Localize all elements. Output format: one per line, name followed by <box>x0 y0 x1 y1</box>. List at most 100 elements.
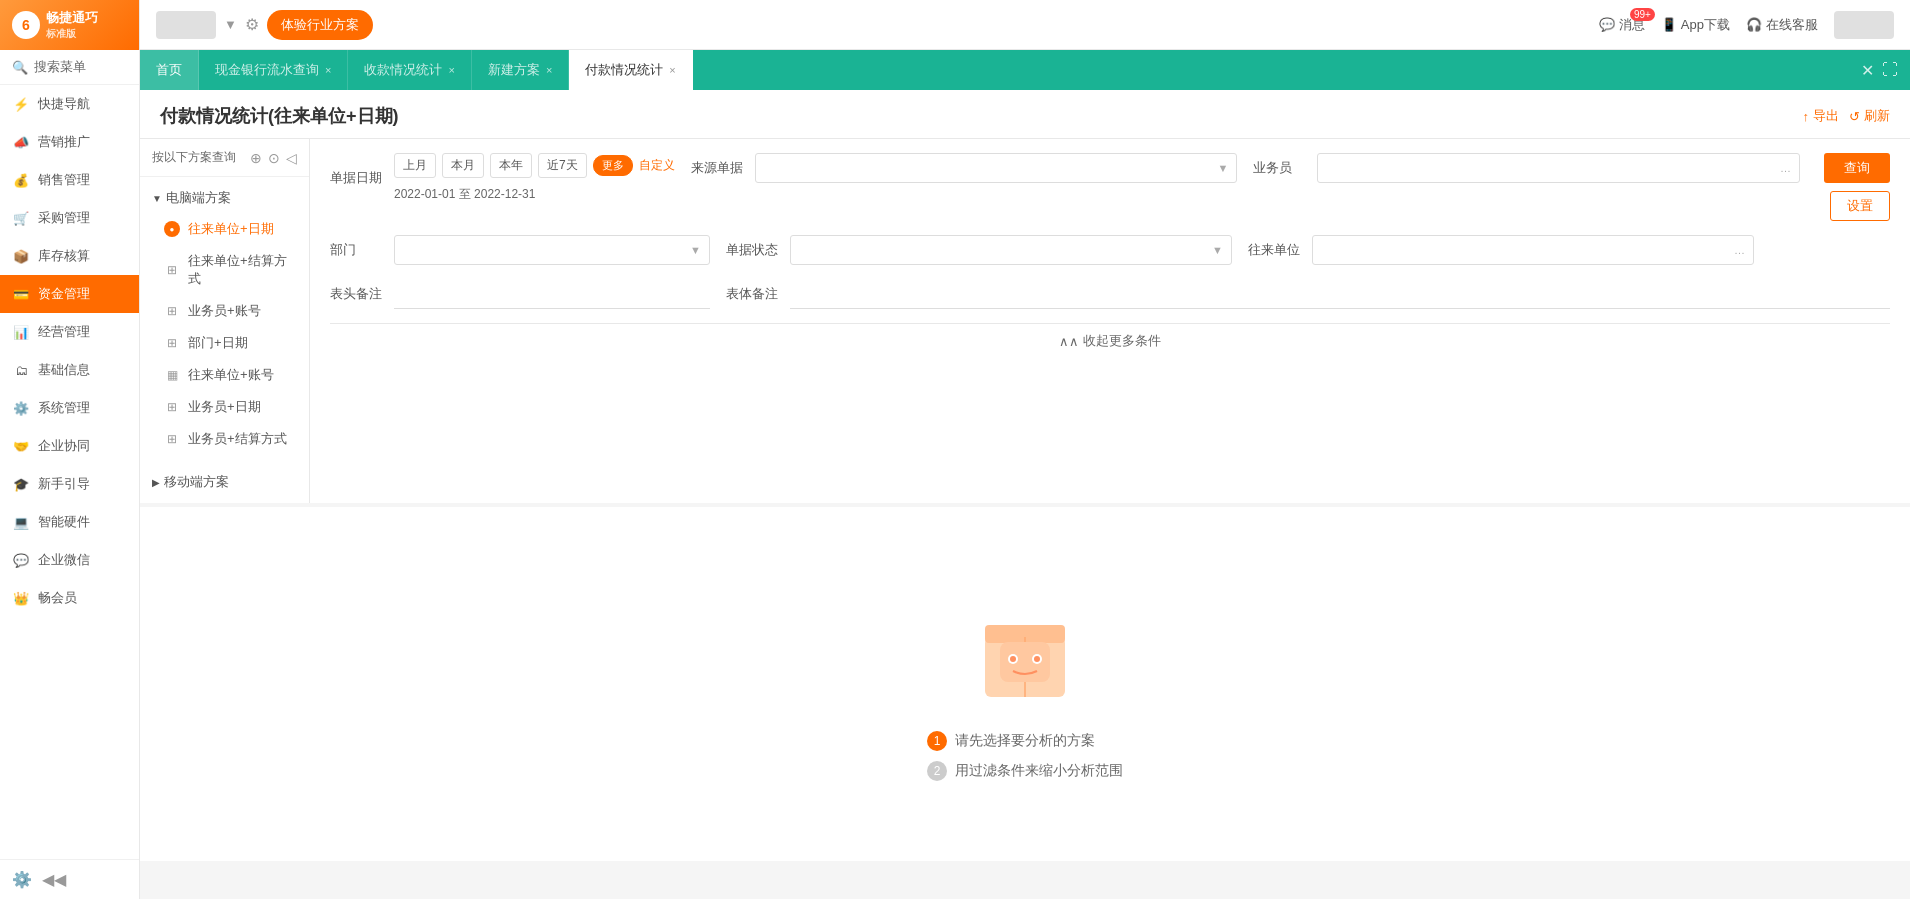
sidebar-item-member[interactable]: 👑 畅会员 <box>0 579 139 617</box>
user-dropdown-arrow[interactable]: ▼ <box>224 17 237 32</box>
export-label: 导出 <box>1813 107 1839 125</box>
mobile-group-header[interactable]: ▶ 移动端方案 <box>140 467 309 497</box>
online-service-btn[interactable]: 🎧 在线客服 <box>1746 16 1818 34</box>
empty-tip-2: 2 用过滤条件来缩小分析范围 <box>927 761 1123 781</box>
tab-new[interactable]: 新建方案 × <box>472 50 569 90</box>
sidebar-item-enterprise[interactable]: 🤝 企业协同 <box>0 427 139 465</box>
body-note-filter: 表体备注 <box>726 279 1890 309</box>
doc-status-select[interactable]: ▼ <box>790 235 1232 265</box>
filter-row-3: 表头备注 表体备注 <box>330 279 1890 309</box>
scheme-item-label: 业务员+账号 <box>188 302 261 320</box>
guide-icon: 🎓 <box>12 475 30 493</box>
sidebar: 6 畅捷通巧 标准版 🔍 搜索菜单 ⚡ 快捷导航 📣 营销推广 💰 <box>0 0 140 899</box>
setting-scheme-icon[interactable]: ⊙ <box>268 150 280 166</box>
search-menu[interactable]: 🔍 搜索菜单 <box>0 50 139 85</box>
doc-status-label: 单据状态 <box>726 241 782 259</box>
account-avatar[interactable] <box>1834 11 1894 39</box>
add-scheme-icon[interactable]: ⊕ <box>250 150 262 166</box>
date-this-year[interactable]: 本年 <box>490 153 532 178</box>
tab-close-new[interactable]: × <box>546 64 552 76</box>
settings-footer-btn[interactable]: ⚙️ <box>12 870 32 889</box>
tabbar-actions: ✕ ⛶ <box>1849 50 1910 90</box>
collapse-scheme-icon[interactable]: ◁ <box>286 150 297 166</box>
dept-select[interactable]: ▼ <box>394 235 710 265</box>
export-btn[interactable]: ↑ 导出 <box>1803 107 1840 125</box>
sidebar-item-wechat[interactable]: 💬 企业微信 <box>0 541 139 579</box>
service-icon: 🎧 <box>1746 17 1762 32</box>
header-note-input[interactable] <box>394 279 710 309</box>
table-icon-3: ⊞ <box>164 335 180 351</box>
app-subtitle: 标准版 <box>46 27 98 41</box>
body-note-label: 表体备注 <box>726 285 782 303</box>
sidebar-item-capital[interactable]: 💳 资金管理 <box>0 275 139 313</box>
scheme-item-partner-account[interactable]: ▦ 往来单位+账号 <box>140 359 309 391</box>
scheme-item-partner-date[interactable]: ● 往来单位+日期 <box>140 213 309 245</box>
date-last-7days[interactable]: 近7天 <box>538 153 587 178</box>
scheme-item-salesman-account[interactable]: ⊞ 业务员+账号 <box>140 295 309 327</box>
date-more-btn[interactable]: 更多 <box>593 155 633 176</box>
sidebar-item-purchase[interactable]: 🛒 采购管理 <box>0 199 139 237</box>
tab-close-bank[interactable]: × <box>325 64 331 76</box>
scheme-item-salesman-date[interactable]: ⊞ 业务员+日期 <box>140 391 309 423</box>
sidebar-item-quick[interactable]: ⚡ 快捷导航 <box>0 85 139 123</box>
tab-bank[interactable]: 现金银行流水查询 × <box>199 50 348 90</box>
topbar-gear-icon[interactable]: ⚙ <box>245 15 259 34</box>
empty-tip-1: 1 请先选择要分析的方案 <box>927 731 1123 751</box>
scheme-item-partner-settle[interactable]: ⊞ 往来单位+结算方式 <box>140 245 309 295</box>
sidebar-item-system[interactable]: ⚙️ 系统管理 <box>0 389 139 427</box>
scheme-item-label: 往来单位+结算方式 <box>188 252 297 288</box>
tab-receipt[interactable]: 收款情况统计 × <box>348 50 471 90</box>
salesman-select[interactable]: … <box>1317 153 1800 183</box>
tab-close-payment[interactable]: × <box>669 64 675 76</box>
mobile-group-label: 移动端方案 <box>164 473 229 491</box>
app-download-btn[interactable]: 📱 App下载 <box>1661 16 1730 34</box>
user-avatar <box>156 11 216 39</box>
sidebar-item-hardware[interactable]: 💻 智能硬件 <box>0 503 139 541</box>
filter-row-2: 部门 ▼ 单据状态 ▼ <box>330 235 1890 265</box>
tab-home[interactable]: 首页 <box>140 50 199 90</box>
partner-select[interactable]: … <box>1312 235 1754 265</box>
sidebar-item-marketing[interactable]: 📣 营销推广 <box>0 123 139 161</box>
header-note-filter: 表头备注 <box>330 279 710 309</box>
refresh-btn[interactable]: ↺ 刷新 <box>1849 107 1890 125</box>
mobile-group-arrow: ▶ <box>152 477 160 488</box>
nav-label: 新手引导 <box>38 475 90 493</box>
sidebar-item-inventory[interactable]: 📦 库存核算 <box>0 237 139 275</box>
date-col: 上月 本月 本年 近7天 更多 自定义 2022-01-01 至 2022-12… <box>394 153 675 203</box>
tab-expand-btn[interactable]: ⛶ <box>1882 61 1898 79</box>
tab-payment[interactable]: 付款情况统计 × <box>569 50 692 90</box>
scheme-active-icon: ● <box>164 221 180 237</box>
date-last-month[interactable]: 上月 <box>394 153 436 178</box>
sidebar-item-operation[interactable]: 📊 经营管理 <box>0 313 139 351</box>
message-btn[interactable]: 💬 消息 99+ <box>1599 16 1645 34</box>
nav-label: 库存核算 <box>38 247 90 265</box>
doc-status-filter: 单据状态 ▼ <box>726 235 1232 265</box>
topbar: ▼ ⚙ 体验行业方案 💬 消息 99+ 📱 App下载 🎧 在线客服 <box>140 0 1910 50</box>
scheme-item-dept-date[interactable]: ⊞ 部门+日期 <box>140 327 309 359</box>
query-button[interactable]: 查询 <box>1824 153 1890 183</box>
body-note-input[interactable] <box>790 279 1890 309</box>
nav-label: 营销推广 <box>38 133 90 151</box>
tab-close-all-btn[interactable]: ✕ <box>1861 61 1874 80</box>
collapse-sidebar-btn[interactable]: ◀◀ <box>42 870 66 889</box>
marketing-icon: 📣 <box>12 133 30 151</box>
collapse-conditions-btn[interactable]: ∧∧ 收起更多条件 <box>330 323 1890 358</box>
date-custom-btn[interactable]: 自定义 <box>639 157 675 174</box>
nav-label: 资金管理 <box>38 285 90 303</box>
date-this-month[interactable]: 本月 <box>442 153 484 178</box>
sidebar-item-sales[interactable]: 💰 销售管理 <box>0 161 139 199</box>
scheme-item-label: 业务员+日期 <box>188 398 261 416</box>
sidebar-header: 6 畅捷通巧 标准版 <box>0 0 139 50</box>
scheme-item-salesman-settle[interactable]: ⊞ 业务员+结算方式 <box>140 423 309 455</box>
tab-close-receipt[interactable]: × <box>448 64 454 76</box>
trial-button[interactable]: 体验行业方案 <box>267 10 373 40</box>
scheme-item-label: 业务员+结算方式 <box>188 430 287 448</box>
sidebar-item-guide[interactable]: 🎓 新手引导 <box>0 465 139 503</box>
source-select[interactable]: ▼ <box>755 153 1238 183</box>
sidebar-item-basic[interactable]: 🗂 基础信息 <box>0 351 139 389</box>
desktop-group-header[interactable]: ▼ 电脑端方案 <box>140 183 309 213</box>
scheme-item-label: 往来单位+账号 <box>188 366 274 384</box>
source-filter: 来源单据 ▼ <box>691 153 1238 183</box>
operation-icon: 📊 <box>12 323 30 341</box>
setting-button[interactable]: 设置 <box>1830 191 1890 221</box>
